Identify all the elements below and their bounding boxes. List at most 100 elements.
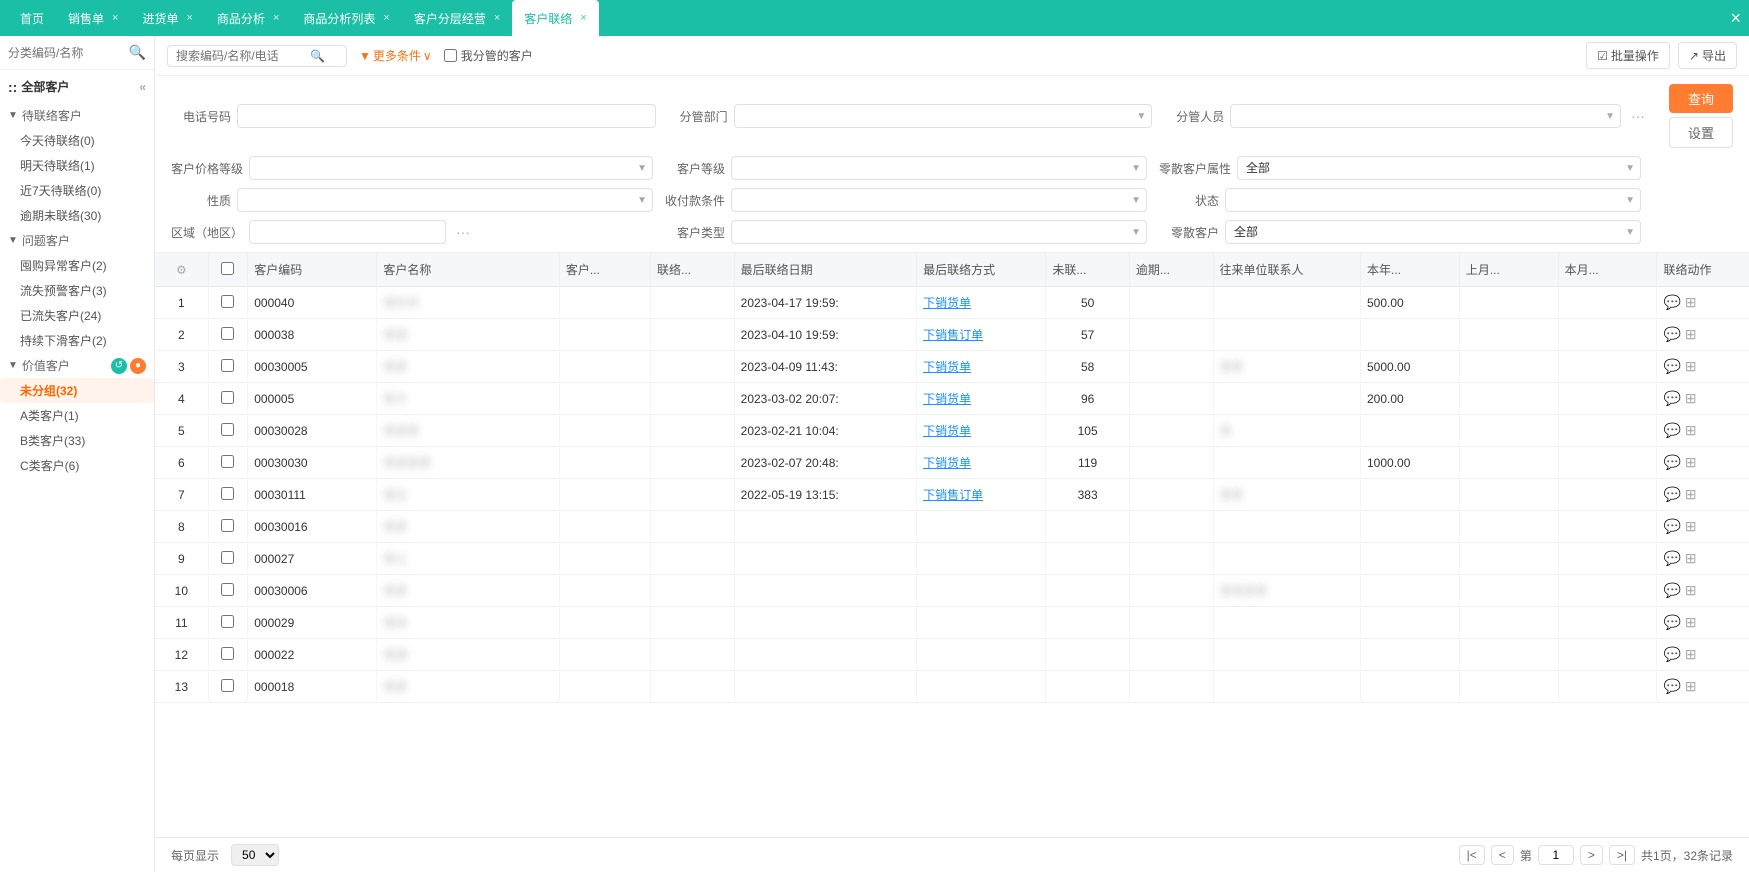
row-checkbox-cell[interactable] [208, 639, 248, 671]
row-checkbox[interactable] [221, 455, 234, 468]
first-page-button[interactable]: |< [1459, 845, 1485, 865]
th-checkbox[interactable] [208, 253, 248, 287]
last-method-cell[interactable]: 下销货单 [917, 287, 1046, 319]
group-value-customers[interactable]: ▼ 价值客户 ↺ ● [0, 353, 154, 378]
tab-product-analysis[interactable]: 商品分析 × [205, 0, 291, 36]
last-method-cell[interactable]: 下销货单 [917, 351, 1046, 383]
customer-type-select[interactable] [731, 220, 1147, 244]
more-action-icon[interactable]: ⊞ [1685, 294, 1697, 311]
close-icon[interactable]: × [494, 12, 500, 24]
method-link[interactable]: 下销售订单 [923, 328, 983, 342]
row-checkbox-cell[interactable] [208, 415, 248, 447]
department-select[interactable] [734, 104, 1153, 128]
row-checkbox[interactable] [221, 679, 234, 692]
message-icon[interactable]: 💬 [1663, 390, 1680, 407]
row-checkbox[interactable] [221, 423, 234, 436]
customer-level-select[interactable] [731, 156, 1147, 180]
last-method-cell[interactable] [917, 511, 1046, 543]
next-page-button[interactable]: > [1580, 845, 1603, 865]
sidebar-item-ungroup[interactable]: 未分组(32) [0, 378, 154, 403]
th-gear[interactable]: ⚙ [155, 253, 208, 287]
batch-operation-button[interactable]: ☑ 批量操作 [1586, 42, 1670, 69]
gear-icon[interactable]: ⚙ [176, 263, 187, 277]
row-checkbox[interactable] [221, 519, 234, 532]
tab-sales[interactable]: 销售单 × [56, 0, 130, 36]
th-not-contact-days[interactable]: 未联... [1046, 253, 1130, 287]
tab-customer-segment[interactable]: 客户分层经营 × [402, 0, 512, 36]
row-checkbox-cell[interactable] [208, 575, 248, 607]
region-more-button[interactable]: ··· [452, 224, 474, 240]
row-checkbox[interactable] [221, 391, 234, 404]
category-search-input[interactable] [8, 46, 125, 60]
refresh-icon[interactable]: ↺ [111, 358, 127, 374]
message-icon[interactable]: 💬 [1663, 614, 1680, 631]
more-action-icon[interactable]: ⊞ [1685, 326, 1697, 343]
method-link[interactable]: 下销货单 [923, 424, 971, 438]
method-link[interactable]: 下销货单 [923, 456, 971, 470]
last-page-button[interactable]: >| [1609, 845, 1635, 865]
row-checkbox-cell[interactable] [208, 543, 248, 575]
more-action-icon[interactable]: ⊞ [1685, 518, 1697, 535]
collapse-icon[interactable]: « [139, 80, 146, 94]
last-method-cell[interactable]: 下销货单 [917, 447, 1046, 479]
sidebar-item-abnormal[interactable]: 囤购异常客户(2) [0, 253, 154, 278]
message-icon[interactable]: 💬 [1663, 550, 1680, 567]
last-method-cell[interactable]: 下销货单 [917, 383, 1046, 415]
export-button[interactable]: ↗ 导出 [1678, 42, 1737, 69]
group-pending-contact[interactable]: ▼ 待联络客户 [0, 103, 154, 128]
more-action-icon[interactable]: ⊞ [1685, 646, 1697, 663]
method-link[interactable]: 下销货单 [923, 392, 971, 406]
sidebar-item-declining[interactable]: 持续下滑客户(2) [0, 328, 154, 353]
th-customer-code[interactable]: 客户编码 [248, 253, 377, 287]
row-checkbox-cell[interactable] [208, 383, 248, 415]
message-icon[interactable]: 💬 [1663, 326, 1680, 343]
query-button[interactable]: 查询 [1669, 84, 1733, 113]
per-page-select[interactable]: 50 [231, 844, 279, 866]
last-method-cell[interactable] [917, 607, 1046, 639]
last-method-cell[interactable]: 下销售订单 [917, 479, 1046, 511]
sidebar-item-class-b[interactable]: B类客户(33) [0, 428, 154, 453]
row-checkbox[interactable] [221, 327, 234, 340]
message-icon[interactable]: 💬 [1663, 358, 1680, 375]
close-icon[interactable]: × [273, 12, 279, 24]
th-last-date[interactable]: 最后联络日期 [734, 253, 916, 287]
sidebar-item-overdue[interactable]: 逾期未联络(30) [0, 203, 154, 228]
row-checkbox[interactable] [221, 647, 234, 660]
row-checkbox-cell[interactable] [208, 671, 248, 703]
row-checkbox[interactable] [221, 359, 234, 372]
method-link[interactable]: 下销售订单 [923, 488, 983, 502]
manager-select[interactable] [1230, 104, 1621, 128]
sidebar-item-tomorrow[interactable]: 明天待联络(1) [0, 153, 154, 178]
tab-customer-contact[interactable]: 客户联络 × [512, 0, 598, 36]
sidebar-item-class-a[interactable]: A类客户(1) [0, 403, 154, 428]
more-action-icon[interactable]: ⊞ [1685, 678, 1697, 695]
row-checkbox-cell[interactable] [208, 607, 248, 639]
more-action-icon[interactable]: ⊞ [1685, 390, 1697, 407]
close-icon[interactable]: × [383, 12, 389, 24]
message-icon[interactable]: 💬 [1663, 422, 1680, 439]
message-icon[interactable]: 💬 [1663, 486, 1680, 503]
message-icon[interactable]: 💬 [1663, 518, 1680, 535]
method-link[interactable]: 下销货单 [923, 296, 971, 310]
sidebar-item-class-c[interactable]: C类客户(6) [0, 453, 154, 478]
more-action-icon[interactable]: ⊞ [1685, 582, 1697, 599]
last-method-cell[interactable] [917, 639, 1046, 671]
prev-page-button[interactable]: < [1491, 845, 1514, 865]
reset-button[interactable]: 设置 [1669, 117, 1733, 148]
message-icon[interactable]: 💬 [1663, 294, 1680, 311]
last-method-cell[interactable] [917, 543, 1046, 575]
message-icon[interactable]: 💬 [1663, 646, 1680, 663]
search-icon[interactable]: 🔍 [129, 44, 146, 61]
row-checkbox-cell[interactable] [208, 447, 248, 479]
last-method-cell[interactable]: 下销货单 [917, 415, 1046, 447]
price-level-select[interactable] [249, 156, 653, 180]
row-checkbox[interactable] [221, 551, 234, 564]
message-icon[interactable]: 💬 [1663, 678, 1680, 695]
sidebar-item-churn-warning[interactable]: 流失预警客户(3) [0, 278, 154, 303]
page-number-input[interactable] [1538, 845, 1574, 865]
more-action-icon[interactable]: ⊞ [1685, 454, 1697, 471]
tab-home[interactable]: 首页 [8, 0, 56, 36]
row-checkbox-cell[interactable] [208, 287, 248, 319]
row-checkbox-cell[interactable] [208, 351, 248, 383]
tab-product-list[interactable]: 商品分析列表 × [291, 0, 401, 36]
